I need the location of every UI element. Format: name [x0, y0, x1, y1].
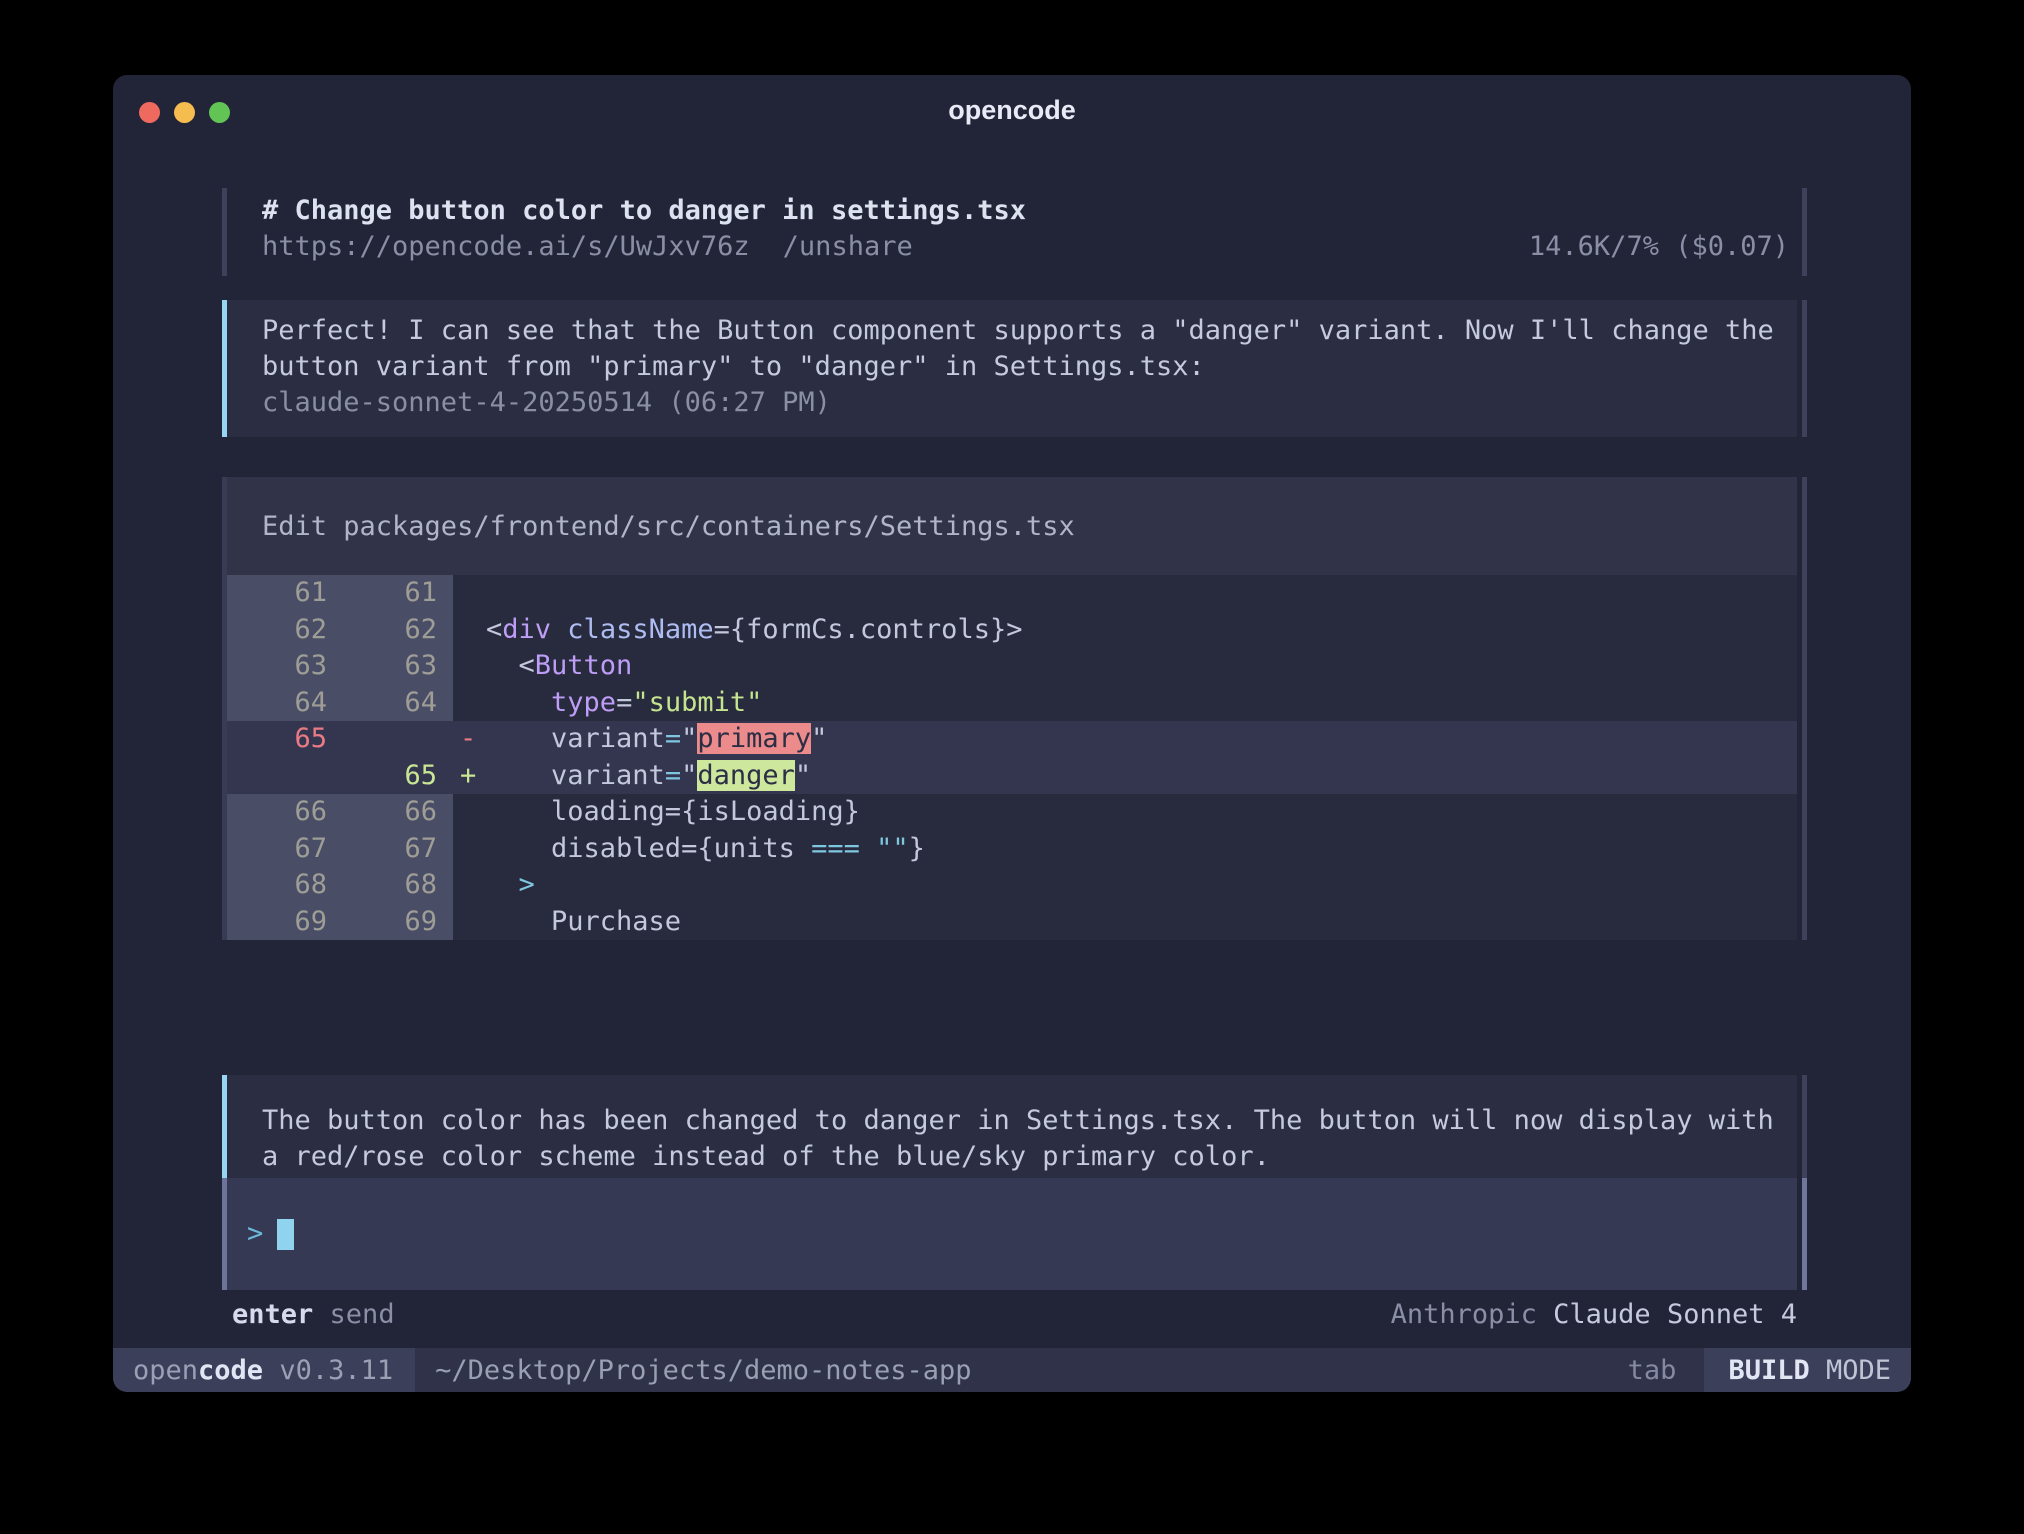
new-line-number: 62: [327, 612, 437, 649]
diff-marker: [453, 612, 486, 649]
new-line-number: 66: [327, 794, 437, 831]
old-line-number: 61: [227, 575, 327, 612]
new-line-number: 64: [327, 685, 437, 722]
edit-right-rail: [1802, 477, 1807, 940]
new-line-number: 65: [327, 758, 437, 795]
code-line: <Button: [486, 648, 632, 685]
code-line: <div className={formCs.controls}>: [486, 612, 1022, 649]
session-title: # Change button color to danger in setti…: [262, 193, 1797, 229]
old-line-number: 69: [227, 904, 327, 941]
diff-marker: [453, 867, 486, 904]
old-line-number: 62: [227, 612, 327, 649]
code-line: disabled={units === ""}: [486, 831, 925, 868]
diff-row: 6767 disabled={units === ""}: [227, 831, 1797, 868]
old-line-number: 66: [227, 794, 327, 831]
old-line-number: 63: [227, 648, 327, 685]
code-line: loading={isLoading}: [486, 794, 860, 831]
diff-row: 6666 loading={isLoading}: [227, 794, 1797, 831]
diff-marker: [453, 575, 486, 612]
mode-label-rest: MODE: [1810, 1355, 1891, 1386]
diff-marker: [453, 685, 486, 722]
model-name: [1537, 1297, 1553, 1333]
hint-row: enter send Anthropic Claude Sonnet 4: [222, 1297, 1807, 1333]
opencode-window: opencode # Change button color to danger…: [113, 75, 1911, 1392]
tab-key-hint: tab: [1628, 1355, 1705, 1386]
code-line: Purchase: [486, 904, 681, 941]
text-cursor: [277, 1219, 294, 1250]
message-line: The button color has been changed to dan…: [262, 1103, 1777, 1139]
diff-marker: [453, 794, 486, 831]
diff-marker: [453, 904, 486, 941]
mode-toggle[interactable]: BUILD MODE: [1704, 1348, 1911, 1392]
message-right-rail: [1802, 300, 1807, 437]
message-model-timestamp: claude-sonnet-4-20250514 (06:27 PM): [262, 385, 1777, 421]
diff-row: 6868 >: [227, 867, 1797, 904]
send-hint-label: send: [330, 1297, 395, 1333]
edit-tool-block: Edit packages/frontend/src/containers/Se…: [222, 477, 1807, 940]
new-line-number: 68: [327, 867, 437, 904]
diff-marker: +: [453, 758, 486, 795]
share-url-link[interactable]: https://opencode.ai/s/UwJxv76z: [262, 229, 750, 265]
token-usage-stat: 14.6K/7% ($0.07): [1529, 229, 1797, 265]
code-line: type="submit": [486, 685, 762, 722]
old-line-number: 64: [227, 685, 327, 722]
diff-row: 6161: [227, 575, 1797, 612]
new-line-number: [327, 721, 437, 758]
message-line: button variant from "primary" to "danger…: [262, 349, 1777, 385]
diff-row: 65 + variant="danger": [227, 758, 1797, 795]
status-bar: opencode v0.3.11 ~/Desktop/Projects/demo…: [113, 1348, 1911, 1392]
diff-marker: -: [453, 721, 486, 758]
old-line-number: 67: [227, 831, 327, 868]
new-line-number: 69: [327, 904, 437, 941]
diff-marker: [453, 648, 486, 685]
provider-name: Anthropic: [1391, 1297, 1537, 1333]
new-line-number: 67: [327, 831, 437, 868]
model-name: Claude Sonnet 4: [1553, 1297, 1797, 1333]
diff-view: 61616262 <div className={formCs.controls}…: [227, 575, 1797, 940]
app-name-code: code: [198, 1355, 263, 1386]
diff-row: 6262 <div className={formCs.controls}>: [227, 612, 1797, 649]
unshare-command[interactable]: /unshare: [783, 229, 913, 265]
old-line-number: [227, 758, 327, 795]
diff-row: 6363 <Button: [227, 648, 1797, 685]
session-header: # Change button color to danger in setti…: [222, 188, 1807, 276]
prompt-input[interactable]: >: [222, 1178, 1807, 1290]
code-line: >: [486, 867, 535, 904]
mode-label-bold: BUILD: [1728, 1355, 1809, 1386]
input-right-rail: [1802, 1178, 1807, 1290]
app-version-badge: opencode v0.3.11: [113, 1348, 415, 1392]
header-spacer: [913, 229, 1529, 265]
send-hint-label: [313, 1297, 329, 1333]
prompt-chevron: >: [247, 1216, 263, 1252]
edit-file-path: Edit packages/frontend/src/containers/Se…: [227, 511, 1075, 542]
enter-key-hint: enter: [232, 1297, 313, 1333]
working-directory: ~/Desktop/Projects/demo-notes-app: [415, 1355, 971, 1386]
header-right-rail: [1802, 188, 1807, 276]
assistant-message: Perfect! I can see that the Button compo…: [222, 300, 1807, 437]
app-name-open: open: [133, 1355, 198, 1386]
code-line: variant="danger": [486, 758, 811, 795]
new-line-number: 61: [327, 575, 437, 612]
code-line: variant="primary": [486, 721, 827, 758]
app-version: v0.3.11: [263, 1355, 393, 1386]
new-line-number: 63: [327, 648, 437, 685]
diff-row: 65 - variant="primary": [227, 721, 1797, 758]
old-line-number: 65: [227, 721, 327, 758]
window-title: opencode: [113, 95, 1911, 126]
old-line-number: 68: [227, 867, 327, 904]
message-line: a red/rose color scheme instead of the b…: [262, 1139, 1777, 1175]
diff-row: 6464 type="submit": [227, 685, 1797, 722]
titlebar: opencode: [113, 75, 1911, 147]
diff-row: 6969 Purchase: [227, 904, 1797, 941]
hint-spacer: [395, 1297, 1391, 1333]
edit-block-header: Edit packages/frontend/src/containers/Se…: [227, 477, 1797, 575]
diff-marker: [453, 831, 486, 868]
message-line: Perfect! I can see that the Button compo…: [262, 313, 1777, 349]
